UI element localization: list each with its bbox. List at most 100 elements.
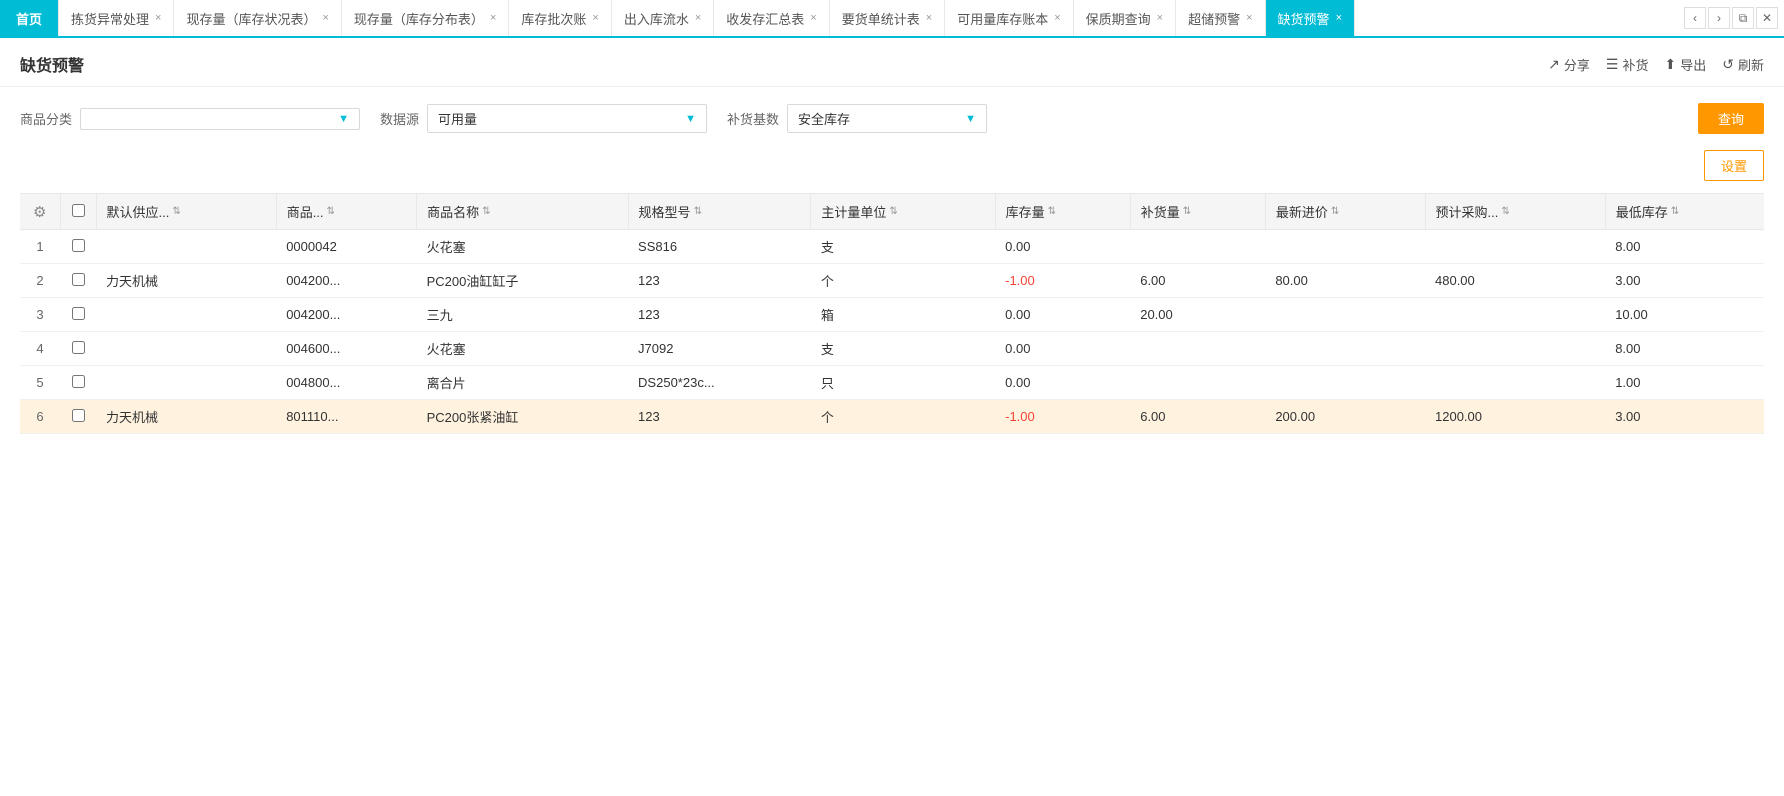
latest-price-sort-icon: ⇅ bbox=[1331, 206, 1339, 217]
col-header-supplier-sort[interactable]: 默认供应... ⇅ bbox=[107, 202, 181, 221]
tab-available-ledger[interactable]: 可用量库存账本 × bbox=[945, 0, 1073, 36]
datasource-select[interactable]: 可用量 ▼ bbox=[427, 104, 707, 133]
tab-close-inout-flow[interactable]: × bbox=[695, 12, 701, 24]
tab-inventory-dist[interactable]: 现存量（库存分布表） × bbox=[342, 0, 509, 36]
cell-min-stock-1: 3.00 bbox=[1605, 264, 1764, 298]
col-header-product-name-sort[interactable]: 商品名称 ⇅ bbox=[427, 202, 490, 221]
tab-demand-stats[interactable]: 要货单统计表 × bbox=[830, 0, 945, 36]
col-header-latest-price-sort[interactable]: 最新进价 ⇅ bbox=[1276, 202, 1339, 221]
tab-label: 要货单统计表 bbox=[842, 9, 920, 28]
col-header-latest-price: 最新进价 ⇅ bbox=[1265, 194, 1425, 230]
cell-supplier-0 bbox=[96, 230, 276, 264]
tab-close-overstock-warning[interactable]: × bbox=[1246, 12, 1252, 24]
tab-label: 收发存汇总表 bbox=[726, 9, 804, 28]
col-header-settings: ⚙ bbox=[20, 194, 60, 230]
cell-checkbox-0 bbox=[60, 230, 96, 264]
row-checkbox-3[interactable] bbox=[72, 341, 85, 354]
stock-sort-icon: ⇅ bbox=[1048, 206, 1056, 217]
col-header-min-stock: 最低库存 ⇅ bbox=[1605, 194, 1764, 230]
cell-supplier-4 bbox=[96, 366, 276, 400]
cell-index-5: 6 bbox=[20, 400, 60, 434]
col-header-product-code-sort[interactable]: 商品... ⇅ bbox=[287, 202, 335, 221]
cell-unit-4: 只 bbox=[811, 366, 995, 400]
category-filter-item: 商品分类 ▼ bbox=[20, 108, 360, 130]
datasource-select-arrow-icon: ▼ bbox=[685, 113, 696, 125]
tab-close-demand-stats[interactable]: × bbox=[926, 12, 932, 24]
category-select[interactable]: ▼ bbox=[80, 108, 360, 130]
tab-next-btn[interactable]: › bbox=[1708, 7, 1730, 29]
tab-home[interactable]: 首页 bbox=[0, 0, 59, 36]
col-header-estimated-purchase-sort[interactable]: 预计采购... ⇅ bbox=[1436, 202, 1510, 221]
settings-button[interactable]: 设置 bbox=[1704, 150, 1764, 181]
table-settings-gear-icon[interactable]: ⚙ bbox=[33, 204, 46, 221]
tab-label: 可用量库存账本 bbox=[957, 9, 1048, 28]
replenish-base-select-arrow-icon: ▼ bbox=[965, 113, 976, 125]
tab-close-recv-summary[interactable]: × bbox=[810, 12, 816, 24]
table-row: 2 力天机械 004200... PC200油缸缸子 123 个 -1.00 6… bbox=[20, 264, 1764, 298]
tab-close-inventory-dist[interactable]: × bbox=[490, 12, 496, 24]
col-header-min-stock-sort[interactable]: 最低库存 ⇅ bbox=[1616, 202, 1679, 221]
replenish-base-filter-label: 补货基数 bbox=[727, 109, 779, 128]
tab-defect-process[interactable]: 拣货异常处理 × bbox=[59, 0, 174, 36]
unit-sort-icon: ⇅ bbox=[889, 206, 897, 217]
row-checkbox-5[interactable] bbox=[72, 409, 85, 422]
cell-spec-3: J7092 bbox=[628, 332, 811, 366]
tab-bar: 首页 拣货异常处理 × 现存量（库存状况表） × 现存量（库存分布表） × 库存… bbox=[0, 0, 1784, 38]
row-checkbox-1[interactable] bbox=[72, 273, 85, 286]
cell-index-3: 4 bbox=[20, 332, 60, 366]
tab-expiry-query[interactable]: 保质期查询 × bbox=[1074, 0, 1176, 36]
cell-unit-1: 个 bbox=[811, 264, 995, 298]
cell-min-stock-3: 8.00 bbox=[1605, 332, 1764, 366]
tab-prev-btn[interactable]: ‹ bbox=[1684, 7, 1706, 29]
tab-close-batch-account[interactable]: × bbox=[592, 12, 598, 24]
tab-close-defect-process[interactable]: × bbox=[155, 12, 161, 24]
col-header-spec-sort[interactable]: 规格型号 ⇅ bbox=[639, 202, 702, 221]
tab-label: 现存量（库存状况表） bbox=[186, 9, 316, 28]
table-row: 3 004200... 三九 123 箱 0.00 20.00 10.00 bbox=[20, 298, 1764, 332]
page-header: 缺货预警 ↗ 分享 ☰ 补货 ⬆ 导出 ↺ 刷新 bbox=[0, 38, 1784, 87]
replenish-base-filter-item: 补货基数 安全库存 ▼ bbox=[727, 104, 987, 133]
export-icon: ⬆ bbox=[1665, 56, 1677, 73]
col-header-unit-sort[interactable]: 主计量单位 ⇅ bbox=[821, 202, 897, 221]
query-button[interactable]: 查询 bbox=[1698, 103, 1764, 134]
estimated-purchase-sort-icon: ⇅ bbox=[1501, 206, 1509, 217]
page-content: 缺货预警 ↗ 分享 ☰ 补货 ⬆ 导出 ↺ 刷新 商品分类 bbox=[0, 38, 1784, 796]
col-header-product-name: 商品名称 ⇅ bbox=[417, 194, 628, 230]
tab-close-inventory-status[interactable]: × bbox=[322, 12, 328, 24]
cell-estimated-purchase-0 bbox=[1425, 230, 1605, 264]
tab-recv-summary[interactable]: 收发存汇总表 × bbox=[714, 0, 829, 36]
col-header-replenish-qty-sort[interactable]: 补货量 ⇅ bbox=[1141, 202, 1191, 221]
cell-min-stock-0: 8.00 bbox=[1605, 230, 1764, 264]
refresh-button[interactable]: ↺ 刷新 bbox=[1722, 55, 1764, 74]
cell-checkbox-2 bbox=[60, 298, 96, 332]
tab-close-expiry-query[interactable]: × bbox=[1157, 12, 1163, 24]
col-header-stock-sort[interactable]: 库存量 ⇅ bbox=[1006, 202, 1056, 221]
cell-supplier-2 bbox=[96, 298, 276, 332]
category-select-arrow-icon: ▼ bbox=[338, 113, 349, 125]
tab-inout-flow[interactable]: 出入库流水 × bbox=[612, 0, 714, 36]
cell-unit-0: 支 bbox=[811, 230, 995, 264]
tab-close-available-ledger[interactable]: × bbox=[1054, 12, 1060, 24]
replenish-button[interactable]: ☰ 补货 bbox=[1606, 55, 1649, 74]
cell-supplier-1: 力天机械 bbox=[96, 264, 276, 298]
tab-overstock-warning[interactable]: 超储预警 × bbox=[1176, 0, 1265, 36]
share-button[interactable]: ↗ 分享 bbox=[1548, 55, 1590, 74]
tab-batch-account[interactable]: 库存批次账 × bbox=[509, 0, 611, 36]
tab-label: 库存批次账 bbox=[521, 9, 586, 28]
tab-shortage-warning[interactable]: 缺货预警 × bbox=[1266, 0, 1355, 36]
row-checkbox-4[interactable] bbox=[72, 375, 85, 388]
replenish-icon: ☰ bbox=[1606, 56, 1619, 73]
row-checkbox-2[interactable] bbox=[72, 307, 85, 320]
export-button[interactable]: ⬆ 导出 bbox=[1665, 55, 1707, 74]
cell-spec-0: SS816 bbox=[628, 230, 811, 264]
tab-restore-btn[interactable]: ⧉ bbox=[1732, 7, 1754, 29]
tab-close-shortage-warning[interactable]: × bbox=[1336, 12, 1342, 24]
cell-spec-1: 123 bbox=[628, 264, 811, 298]
table-row: 6 力天机械 801110... PC200张紧油缸 123 个 -1.00 6… bbox=[20, 400, 1764, 434]
select-all-checkbox[interactable] bbox=[72, 204, 85, 217]
tab-inventory-status[interactable]: 现存量（库存状况表） × bbox=[174, 0, 341, 36]
cell-replenish-qty-3 bbox=[1130, 332, 1265, 366]
tab-close-all-btn[interactable]: ✕ bbox=[1756, 7, 1778, 29]
replenish-base-select[interactable]: 安全库存 ▼ bbox=[787, 104, 987, 133]
row-checkbox-0[interactable] bbox=[72, 239, 85, 252]
